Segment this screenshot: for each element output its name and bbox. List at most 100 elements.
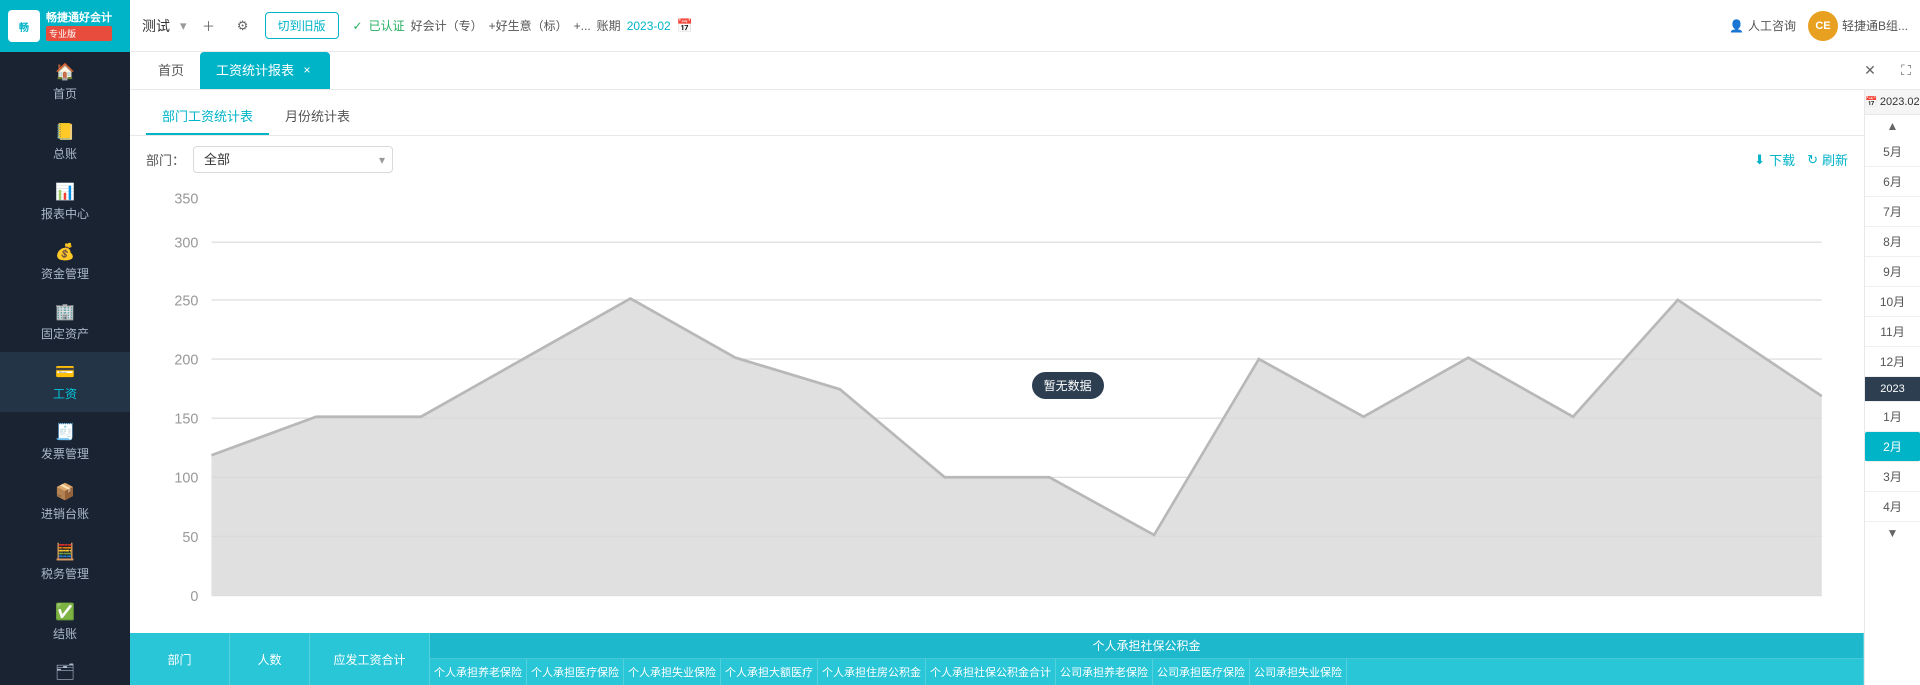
sidebar: 畅 畅捷通好会计 专业版 🏠 首页 📒 总账 📊 报表中心 💰 资金管理 🏢 固… (0, 0, 130, 685)
right-date-panel: 📅 2023.02 ▲ 5月6月7月8月9月10月11月12月20231月2月3… (1864, 90, 1920, 685)
month-item-2月[interactable]: 2月 (1865, 432, 1920, 462)
sidebar-item-sales[interactable]: 📦 进销台账 (0, 472, 130, 532)
month-item-8月[interactable]: 8月 (1865, 227, 1920, 257)
refresh-btn[interactable]: ↻ 刷新 (1807, 150, 1848, 169)
date-panel-header: 📅 2023.02 (1865, 90, 1920, 115)
download-btn[interactable]: ⬇ 下载 (1754, 150, 1795, 169)
month-item-10月[interactable]: 10月 (1865, 287, 1920, 317)
tax-icon: 🧮 (55, 542, 75, 562)
svg-text:250: 250 (174, 293, 198, 309)
reports-label: 报表中心 (41, 205, 89, 222)
sidebar-item-ledger[interactable]: 📒 总账 (0, 112, 130, 172)
topbar-title: 测试 (142, 16, 170, 36)
topbar-settings-btn[interactable]: ⚙ (231, 14, 255, 38)
sidebar-item-invoice[interactable]: 🧾 发票管理 (0, 412, 130, 472)
topbar-add-btn[interactable]: ＋ (197, 14, 221, 38)
sidebar-item-home[interactable]: 🏠 首页 (0, 52, 130, 112)
month-item-5月[interactable]: 5月 (1865, 137, 1920, 167)
sub-col-公司承担养老保险: 公司承担养老保险 (1056, 659, 1153, 685)
sidebar-item-archive[interactable]: 🗂 归档管理 (0, 652, 130, 685)
sales-icon: 📦 (55, 482, 75, 502)
good-biz-label: +好生意（标） (489, 17, 568, 34)
assets-icon: 🏢 (55, 302, 75, 322)
good-acc-label: 好会计（专） (411, 17, 483, 34)
toolbar: 部门： 全部 ▾ ⬇ 下载 ↻ 刷新 (130, 136, 1864, 183)
sub-tab-部门工资统计表[interactable]: 部门工资统计表 (146, 100, 269, 135)
settle-icon: ✅ (55, 602, 75, 622)
month-item-6月[interactable]: 6月 (1865, 167, 1920, 197)
chart-area-fill (211, 299, 1821, 596)
nav-up-btn[interactable]: ▲ (1865, 115, 1920, 137)
month-item-11月[interactable]: 11月 (1865, 317, 1920, 347)
col-group-cells: 个人承担养老保险个人承担医疗保险个人承担失业保险个人承担大额医疗个人承担住房公积… (430, 659, 1863, 685)
month-item-12月[interactable]: 12月 (1865, 347, 1920, 377)
home-icon: 🏠 (55, 62, 75, 82)
toolbar-left: 部门： 全部 ▾ (146, 146, 393, 173)
sub-col-个人承担养老保险: 个人承担养老保险 (430, 659, 527, 685)
sidebar-item-assets[interactable]: 🏢 固定资产 (0, 292, 130, 352)
topbar-dropdown-arrow[interactable]: ▾ (180, 18, 187, 34)
home-label: 首页 (53, 85, 77, 102)
month-list: 5月6月7月8月9月10月11月12月20231月2月3月4月 (1865, 137, 1920, 522)
funds-label: 资金管理 (41, 265, 89, 282)
nav-down-btn[interactable]: ▼ (1865, 522, 1920, 544)
sidebar-item-settle[interactable]: ✅ 结账 (0, 592, 130, 652)
toolbar-right: ⬇ 下载 ↻ 刷新 (1754, 150, 1848, 169)
month-item-7月[interactable]: 7月 (1865, 197, 1920, 227)
period-value: 2023-02 (627, 19, 671, 33)
tab-salary-report[interactable]: 工资统计报表 × (200, 52, 330, 89)
tabs-bar: 首页 工资统计报表 × ✕ ⛶ (130, 52, 1920, 90)
month-item-9月[interactable]: 9月 (1865, 257, 1920, 287)
sub-col-个人承担失业保险: 个人承担失业保险 (624, 659, 721, 685)
salary-icon: 💳 (55, 362, 75, 382)
archive-icon: 🗂 (55, 662, 75, 682)
main-area: 测试 ▾ ＋ ⚙ 切到旧版 ✓ 已认证 好会计（专） +好生意（标） +... … (130, 0, 1920, 685)
svg-text:300: 300 (174, 235, 198, 251)
topbar-right: 👤 人工咨询 CE 轻捷通B组... (1729, 11, 1908, 41)
col-count: 人数 (230, 633, 310, 685)
svg-text:100: 100 (174, 470, 198, 486)
month-item-3月[interactable]: 3月 (1865, 462, 1920, 492)
refresh-icon: ↻ (1807, 152, 1818, 168)
sidebar-item-tax[interactable]: 🧮 税务管理 (0, 532, 130, 592)
download-icon: ⬇ (1754, 152, 1765, 168)
tab-close-btn[interactable]: × (300, 63, 314, 77)
sidebar-item-reports[interactable]: 📊 报表中心 (0, 172, 130, 232)
sidebar-item-funds[interactable]: 💰 资金管理 (0, 232, 130, 292)
svg-text:50: 50 (182, 530, 198, 546)
month-item-1月[interactable]: 1月 (1865, 402, 1920, 432)
chart-svg: 0 50 100 150 200 250 300 350 (146, 183, 1848, 623)
close-window-btn[interactable]: ✕ (1856, 57, 1884, 85)
chart-area: 0 50 100 150 200 250 300 350 暂无数据 (130, 183, 1864, 633)
ledger-label: 总账 (53, 145, 77, 162)
sub-col-个人承担住房公积金: 个人承担住房公积金 (818, 659, 926, 685)
switch-version-btn[interactable]: 切到旧版 (265, 12, 339, 39)
month-item-4月[interactable]: 4月 (1865, 492, 1920, 522)
svg-text:150: 150 (174, 411, 198, 427)
content-area: 部门工资统计表月份统计表 部门： 全部 ▾ ⬇ 下载 (130, 90, 1864, 685)
svg-text:350: 350 (174, 191, 198, 207)
sidebar-item-salary[interactable]: 💳 工资 (0, 352, 130, 412)
tab-home[interactable]: 首页 (142, 52, 200, 89)
dept-select[interactable]: 全部 (193, 146, 393, 173)
col-dept: 部门 (130, 633, 230, 685)
year-item-2023[interactable]: 2023 (1865, 377, 1920, 402)
calendar-icon-small: 📅 (1865, 97, 1877, 108)
sub-col-个人承担医疗保险: 个人承担医疗保险 (527, 659, 624, 685)
sub-col-个人承担大额医疗: 个人承担大额医疗 (721, 659, 818, 685)
settle-label: 结账 (53, 625, 77, 642)
calendar-icon[interactable]: 📅 (677, 18, 693, 34)
assets-label: 固定资产 (41, 325, 89, 342)
tax-label: 税务管理 (41, 565, 89, 582)
sub-col-公司承担医疗保险: 公司承担医疗保险 (1153, 659, 1250, 685)
help-btn[interactable]: 👤 人工咨询 (1729, 17, 1796, 34)
dept-select-wrapper: 全部 ▾ (193, 146, 393, 173)
svg-text:200: 200 (174, 352, 198, 368)
cert-label: 已认证 (369, 17, 405, 34)
maximize-window-btn[interactable]: ⛶ (1892, 57, 1920, 85)
sub-tab-月份统计表[interactable]: 月份统计表 (269, 100, 366, 135)
more-label: +... (574, 19, 591, 33)
svg-text:0: 0 (190, 589, 198, 605)
cert-icon: ✓ (353, 19, 363, 33)
user-menu[interactable]: CE 轻捷通B组... (1808, 11, 1908, 41)
